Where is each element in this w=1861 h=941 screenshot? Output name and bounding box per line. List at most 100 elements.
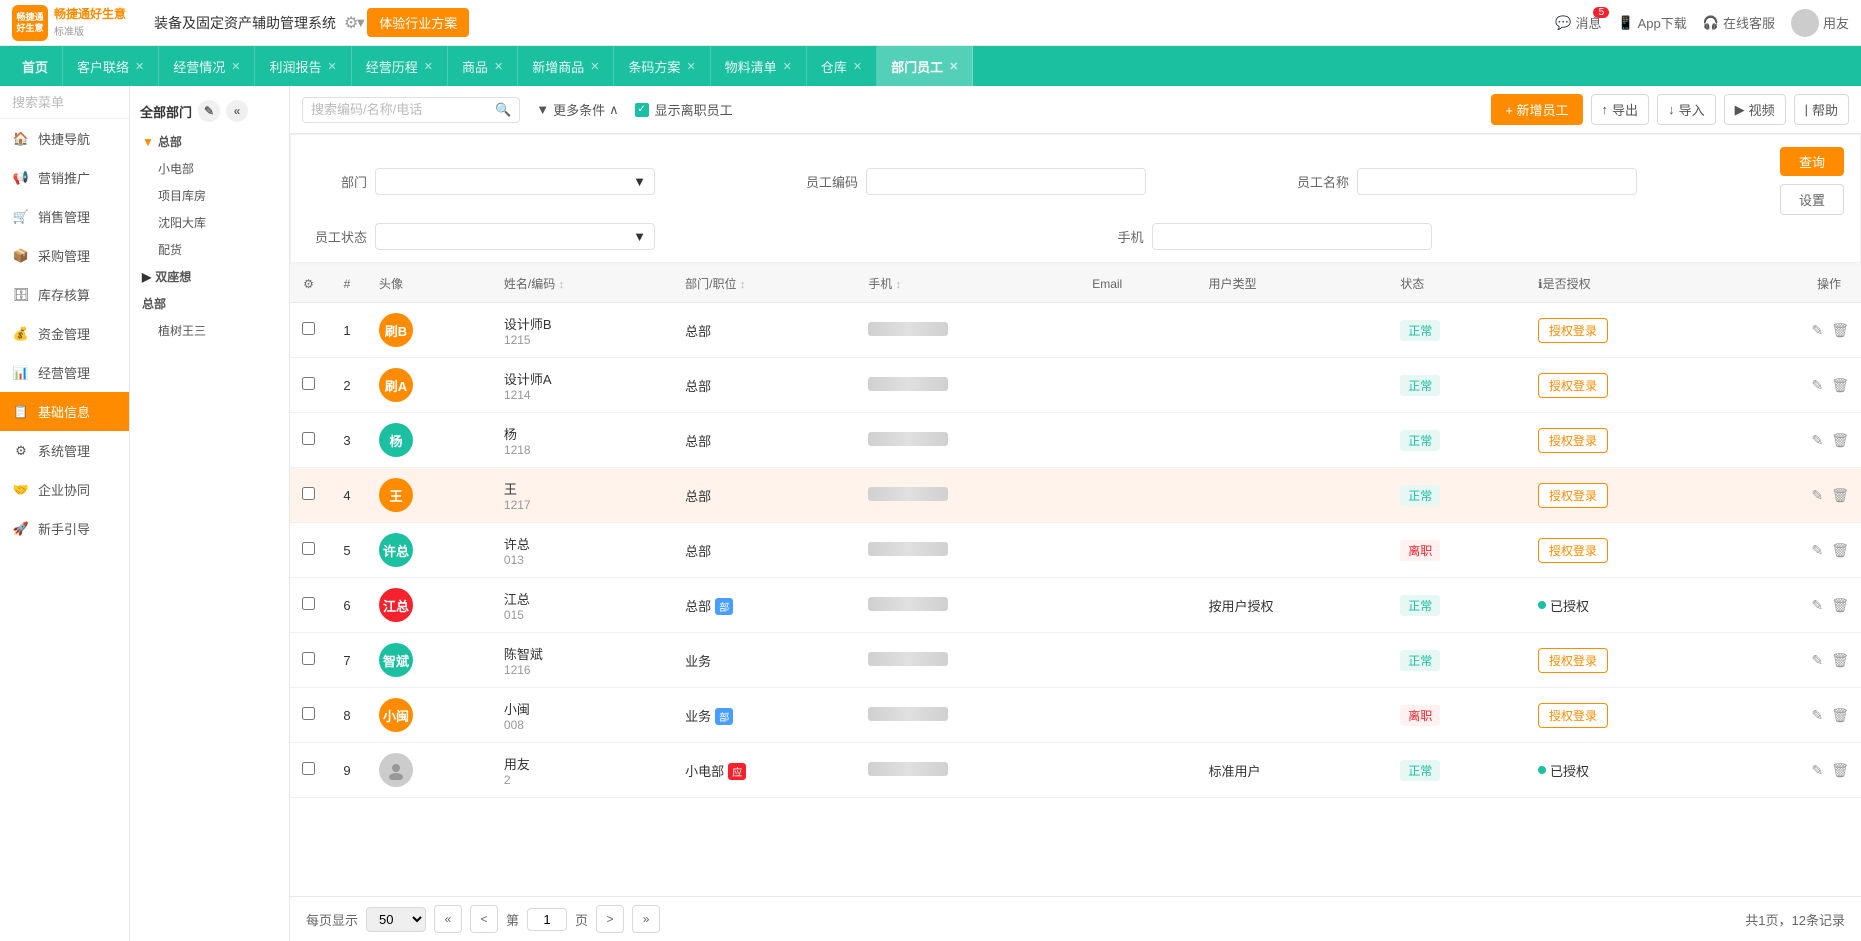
show-resigned-check[interactable]: ✓ 显示离职员工 — [635, 100, 733, 119]
row-checkbox[interactable] — [302, 432, 315, 445]
tab-bom[interactable]: 物料清单 ✕ — [711, 46, 807, 86]
tab-dept-staff[interactable]: 部门员工 ✕ — [877, 46, 973, 86]
auth-login-btn[interactable]: 授权登录 — [1538, 428, 1608, 453]
edit-btn[interactable]: ✎ — [1811, 707, 1823, 724]
dept-tree-peihuo[interactable]: 配货 — [130, 236, 289, 263]
trial-btn[interactable]: 体验行业方案 — [367, 8, 469, 37]
sidebar-search-input[interactable] — [12, 95, 130, 110]
dropdown-icon[interactable]: ▼ — [354, 15, 367, 30]
delete-btn[interactable]: 🗑 — [1831, 322, 1849, 339]
row-check[interactable] — [290, 303, 327, 358]
auth-login-btn[interactable]: 授权登录 — [1538, 703, 1608, 728]
th-phone[interactable]: 手机 ↕ — [856, 265, 1080, 303]
delete-btn[interactable]: 🗑 — [1831, 542, 1849, 559]
query-btn[interactable]: 查询 — [1780, 147, 1844, 176]
sidebar-item-inventory[interactable]: 🗄 库存核算 — [0, 275, 129, 314]
dept-tree-xiaodian[interactable]: 小电部 — [130, 155, 289, 182]
tab-goods[interactable]: 商品 ✕ — [448, 46, 518, 86]
export-btn[interactable]: ↑ 导出 — [1591, 94, 1650, 125]
sidebar-item-biz[interactable]: 📊 经营管理 — [0, 353, 129, 392]
tab-operation[interactable]: 经营情况 ✕ — [159, 46, 255, 86]
tab-warehouse[interactable]: 仓库 ✕ — [807, 46, 877, 86]
prev-page-btn[interactable]: < — [470, 905, 498, 933]
tab-customer[interactable]: 客户联络 ✕ — [63, 46, 159, 86]
last-page-btn[interactable]: » — [632, 905, 660, 933]
view-btn[interactable]: ▶ 视频 — [1724, 94, 1786, 125]
row-checkbox[interactable] — [302, 377, 315, 390]
sidebar-item-finance[interactable]: 💰 资金管理 — [0, 314, 129, 353]
sidebar-item-system[interactable]: ⚙ 系统管理 — [0, 431, 129, 470]
delete-btn[interactable]: 🗑 — [1831, 762, 1849, 779]
set-btn[interactable]: 设置 — [1780, 184, 1844, 215]
tab-new-goods[interactable]: 新增商品 ✕ — [518, 46, 614, 86]
edit-btn[interactable]: ✎ — [1811, 432, 1823, 449]
filter-dept-select[interactable]: ▼ — [375, 168, 655, 195]
dept-edit-btn[interactable]: ✎ — [198, 100, 220, 122]
edit-btn[interactable]: ✎ — [1811, 652, 1823, 669]
close-tab-customer[interactable]: ✕ — [135, 60, 144, 73]
row-checkbox[interactable] — [302, 597, 315, 610]
import-btn[interactable]: ↓ 导入 — [1657, 94, 1716, 125]
dept-tree-shenyang[interactable]: 沈阳大库 — [130, 209, 289, 236]
add-employee-btn[interactable]: + 新增员工 — [1491, 94, 1582, 125]
row-checkbox[interactable] — [302, 322, 315, 335]
delete-btn[interactable]: 🗑 — [1831, 597, 1849, 614]
row-check[interactable] — [290, 358, 327, 413]
dept-tree-zonbu2[interactable]: 总部 — [130, 290, 289, 317]
user-avatar-btn[interactable]: 用友 — [1791, 9, 1849, 37]
tab-barcode[interactable]: 条码方案 ✕ — [614, 46, 710, 86]
app-download-btn[interactable]: 📱 App下载 — [1617, 13, 1686, 32]
row-check[interactable] — [290, 523, 327, 578]
edit-btn[interactable]: ✎ — [1811, 597, 1823, 614]
search-wrap[interactable]: 🔍 — [302, 97, 520, 123]
edit-btn[interactable]: ✎ — [1811, 487, 1823, 504]
dept-tree-zonbu-arrow[interactable]: ▼ 总部 — [130, 128, 289, 155]
auth-login-btn[interactable]: 授权登录 — [1538, 648, 1608, 673]
th-dept[interactable]: 部门/职位 ↕ — [673, 265, 856, 303]
close-tab-warehouse[interactable]: ✕ — [853, 60, 862, 73]
close-tab-profit[interactable]: ✕ — [328, 60, 337, 73]
tab-history[interactable]: 经营历程 ✕ — [352, 46, 448, 86]
dept-tree-shuangzuoxiang[interactable]: ▶ 双座想 — [130, 263, 289, 290]
row-check[interactable] — [290, 633, 327, 688]
dept-tree-zhishuwang[interactable]: 植树王三 — [130, 317, 289, 344]
row-check[interactable] — [290, 743, 327, 798]
row-checkbox[interactable] — [302, 487, 315, 500]
page-size-select[interactable]: 50 20 100 — [366, 907, 426, 932]
delete-btn[interactable]: 🗑 — [1831, 707, 1849, 724]
sidebar-item-marketing[interactable]: 📢 营销推广 — [0, 158, 129, 197]
row-check[interactable] — [290, 413, 327, 468]
filter-phone-input[interactable] — [1152, 223, 1432, 250]
filter-empname-input[interactable] — [1357, 168, 1637, 195]
auth-login-btn[interactable]: 授权登录 — [1538, 373, 1608, 398]
sidebar-item-sales[interactable]: 🛒 销售管理 — [0, 197, 129, 236]
sidebar-item-guide[interactable]: 🚀 新手引导 — [0, 509, 129, 548]
search-input[interactable] — [311, 102, 491, 117]
message-icon[interactable]: 💬 5 消息 — [1555, 13, 1601, 32]
row-checkbox[interactable] — [302, 542, 315, 555]
delete-btn[interactable]: 🗑 — [1831, 432, 1849, 449]
close-tab-bom[interactable]: ✕ — [783, 60, 792, 73]
close-tab-dept-staff[interactable]: ✕ — [949, 60, 958, 73]
edit-btn[interactable]: ✎ — [1811, 762, 1823, 779]
row-checkbox[interactable] — [302, 652, 315, 665]
sidebar-item-collab[interactable]: 🤝 企业协同 — [0, 470, 129, 509]
auth-login-btn[interactable]: 授权登录 — [1538, 483, 1608, 508]
tab-profit[interactable]: 利润报告 ✕ — [255, 46, 351, 86]
more-conditions-btn[interactable]: ▼ 更多条件 ∧ — [528, 96, 626, 123]
dept-collapse-btn[interactable]: « — [226, 100, 248, 122]
row-check[interactable] — [290, 688, 327, 743]
sidebar-item-basic[interactable]: 📋 基础信息 — [0, 392, 129, 431]
filter-empcode-input[interactable] — [866, 168, 1146, 195]
th-settings[interactable]: ⚙ — [290, 265, 327, 303]
row-checkbox[interactable] — [302, 707, 315, 720]
next-page-btn[interactable]: > — [596, 905, 624, 933]
close-tab-barcode[interactable]: ✕ — [686, 60, 695, 73]
row-check[interactable] — [290, 578, 327, 633]
edit-btn[interactable]: ✎ — [1811, 542, 1823, 559]
auth-login-btn[interactable]: 授权登录 — [1538, 538, 1608, 563]
delete-btn[interactable]: 🗑 — [1831, 377, 1849, 394]
row-check[interactable] — [290, 468, 327, 523]
edit-btn[interactable]: ✎ — [1811, 322, 1823, 339]
filter-status-select[interactable]: ▼ — [375, 223, 655, 250]
